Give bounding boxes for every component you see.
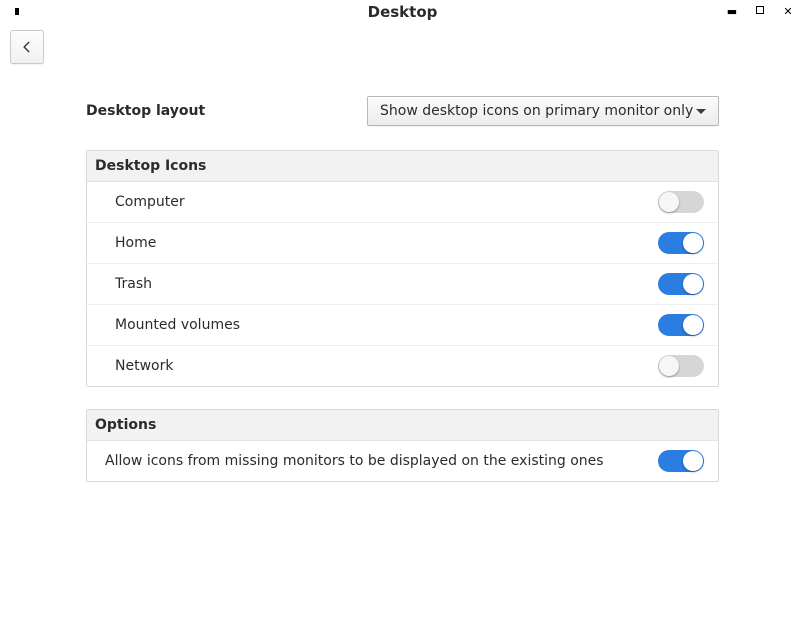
- row-allow-missing-monitors: Allow icons from missing monitors to be …: [87, 441, 718, 481]
- row-network: Network: [87, 346, 718, 386]
- row-label-trash: Trash: [115, 276, 658, 292]
- row-label-computer: Computer: [115, 194, 658, 210]
- row-home: Home: [87, 223, 718, 264]
- desktop-layout-label: Desktop layout: [86, 103, 205, 119]
- toggle-trash[interactable]: [658, 273, 704, 295]
- desktop-layout-value: Show desktop icons on primary monitor on…: [380, 103, 696, 119]
- window-maximize-icon[interactable]: [753, 0, 767, 24]
- toggle-allow-missing-monitors[interactable]: [658, 450, 704, 472]
- desktop-icons-header: Desktop Icons: [87, 151, 718, 182]
- nav-row: [0, 24, 805, 72]
- window-minimize-icon[interactable]: ▬: [725, 0, 739, 24]
- desktop-layout-row: Desktop layout Show desktop icons on pri…: [86, 96, 719, 126]
- toggle-home[interactable]: [658, 232, 704, 254]
- row-label-mounted-volumes: Mounted volumes: [115, 317, 658, 333]
- toggle-computer[interactable]: [658, 191, 704, 213]
- row-computer: Computer: [87, 182, 718, 223]
- row-trash: Trash: [87, 264, 718, 305]
- back-button[interactable]: [10, 30, 44, 64]
- row-label-network: Network: [115, 358, 658, 374]
- options-panel: Options Allow icons from missing monitor…: [86, 409, 719, 482]
- chevron-left-icon: [20, 40, 34, 54]
- toggle-network[interactable]: [658, 355, 704, 377]
- titlebar: Desktop ▬ ✕: [0, 0, 805, 24]
- toggle-mounted-volumes[interactable]: [658, 314, 704, 336]
- content-area: Desktop layout Show desktop icons on pri…: [0, 72, 805, 482]
- desktop-layout-select[interactable]: Show desktop icons on primary monitor on…: [367, 96, 719, 126]
- row-label-home: Home: [115, 235, 658, 251]
- row-label-allow-missing-monitors: Allow icons from missing monitors to be …: [105, 453, 658, 469]
- desktop-icons-panel: Desktop Icons Computer Home Trash Mounte…: [86, 150, 719, 387]
- chevron-down-icon: [696, 109, 706, 114]
- window-title: Desktop: [368, 3, 438, 21]
- window-menu-icon[interactable]: [10, 0, 24, 24]
- row-mounted-volumes: Mounted volumes: [87, 305, 718, 346]
- options-header: Options: [87, 410, 718, 441]
- window-close-icon[interactable]: ✕: [781, 0, 795, 24]
